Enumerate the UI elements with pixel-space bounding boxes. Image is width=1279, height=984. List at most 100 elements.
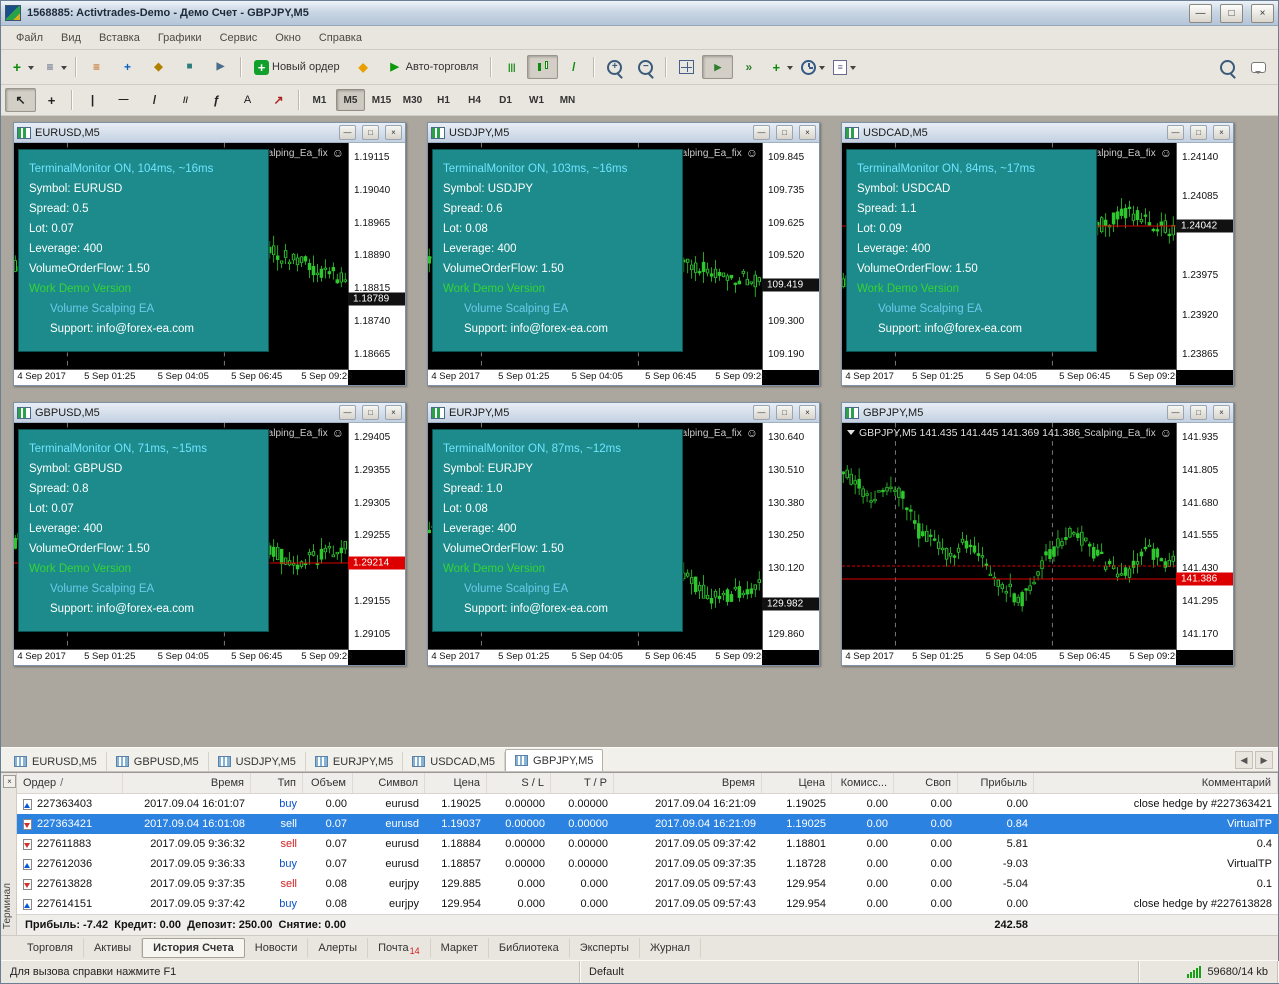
minimize-button[interactable] — [753, 405, 770, 420]
timeframe-h4-button[interactable]: H4 — [460, 89, 489, 111]
chat-button[interactable] — [1243, 55, 1274, 79]
arrows-tool-button[interactable] — [263, 88, 294, 112]
chart-area[interactable]: _Scalping_Ea_fixTerminalMonitor ON, 104m… — [14, 143, 405, 385]
column-header[interactable]: T / P — [551, 773, 614, 793]
chart-tab-usdjpy[interactable]: USDJPY,M5 — [209, 752, 306, 771]
tab-exposure[interactable]: Активы — [84, 938, 143, 958]
cursor-tool-button[interactable] — [5, 88, 36, 112]
column-header[interactable]: Тип — [251, 773, 303, 793]
trendline-button[interactable] — [139, 88, 170, 112]
timeframe-w1-button[interactable]: W1 — [522, 89, 551, 111]
data-window-button[interactable] — [112, 55, 143, 79]
tile-windows-button[interactable] — [671, 55, 702, 79]
bar-chart-button[interactable] — [496, 55, 527, 79]
templates-button[interactable] — [829, 55, 860, 79]
menu-help[interactable]: Справка — [310, 29, 371, 47]
close-button[interactable] — [1213, 405, 1230, 420]
minimize-button[interactable] — [1167, 125, 1184, 140]
column-header[interactable]: Прибыль — [958, 773, 1034, 793]
tab-experts[interactable]: Эксперты — [570, 938, 640, 958]
time-scale[interactable]: 4 Sep 2017 5 Sep 01:25 5 Sep 04:05 5 Sep 06… — [842, 369, 1180, 385]
chart-tab-usdcad[interactable]: USDCAD,M5 — [403, 752, 506, 771]
tab-trade[interactable]: Торговля — [17, 938, 84, 958]
tab-account-history[interactable]: История Счета — [142, 938, 245, 958]
price-scale[interactable]: 1.19115 1.19040 1.18965 1.18890 1.18815 1.187… — [348, 143, 405, 370]
menu-file[interactable]: Файл — [7, 29, 52, 47]
column-header[interactable]: Цена — [425, 773, 487, 793]
chart-area[interactable]: _Scalping_Ea_fixTerminalMonitor ON, 71ms… — [14, 423, 405, 665]
menu-insert[interactable]: Вставка — [90, 29, 149, 47]
tab-journal[interactable]: Журнал — [640, 938, 702, 958]
timeframe-m5-button[interactable]: M5 — [336, 89, 365, 111]
minimize-button[interactable] — [339, 125, 356, 140]
new-chart-button[interactable] — [5, 55, 38, 79]
column-header[interactable]: Комисс... — [832, 773, 894, 793]
search-button[interactable] — [1212, 55, 1243, 79]
chart-tab-eurjpy[interactable]: EURJPY,M5 — [306, 752, 404, 771]
time-scale[interactable]: 4 Sep 2017 5 Sep 01:25 5 Sep 04:05 5 Sep 06… — [14, 369, 352, 385]
restore-button[interactable] — [776, 125, 793, 140]
menu-tools[interactable]: Сервис — [211, 29, 267, 47]
status-profile-segment[interactable]: Default — [580, 961, 1139, 983]
periods-button[interactable] — [797, 55, 829, 79]
new-order-button[interactable]: Новый ордер — [246, 55, 348, 79]
minimize-button[interactable] — [339, 405, 356, 420]
column-header[interactable]: Своп — [894, 773, 958, 793]
text-tool-button[interactable] — [232, 88, 263, 112]
timeframe-mn-button[interactable]: MN — [553, 89, 582, 111]
zoom-in-button[interactable] — [599, 55, 630, 79]
timeframe-m1-button[interactable]: M1 — [305, 89, 334, 111]
price-scale[interactable]: 1.29405 1.29355 1.29305 1.29255 1.29155 1.291… — [348, 423, 405, 650]
restore-button[interactable] — [362, 125, 379, 140]
vertical-line-button[interactable] — [77, 88, 108, 112]
tab-scroll-right-button[interactable]: ▶ — [1255, 751, 1273, 769]
column-header[interactable]: S / L — [487, 773, 551, 793]
price-scale[interactable]: 1.24140 1.24085 1.23975 1.23920 1.23865 — [1176, 143, 1233, 370]
close-button[interactable] — [799, 405, 816, 420]
chart-titlebar[interactable]: EURUSD,M5 — [14, 123, 405, 143]
menu-view[interactable]: Вид — [52, 29, 90, 47]
minimize-button[interactable] — [1189, 3, 1212, 23]
restore-button[interactable] — [1190, 125, 1207, 140]
horizontal-line-button[interactable] — [108, 88, 139, 112]
price-scale[interactable]: 141.935 141.805 141.680 141.555 141.430 141.2… — [1176, 423, 1233, 650]
crosshair-tool-button[interactable] — [36, 88, 67, 112]
auto-scroll-button[interactable] — [702, 55, 734, 79]
restore-button[interactable] — [1190, 405, 1207, 420]
close-icon[interactable] — [3, 775, 16, 788]
metaeditor-button[interactable] — [348, 55, 379, 79]
candlestick-chart-button[interactable] — [527, 55, 559, 79]
column-header[interactable]: Время — [614, 773, 762, 793]
time-scale[interactable]: 4 Sep 2017 5 Sep 01:25 5 Sep 04:05 5 Sep 06… — [842, 649, 1180, 665]
tab-market[interactable]: Маркет — [431, 938, 489, 958]
chart-tab-gbpjpy[interactable]: GBPJPY,M5 — [505, 749, 604, 771]
timeframe-m30-button[interactable]: M30 — [398, 89, 427, 111]
strategy-tester-button[interactable] — [205, 55, 236, 79]
column-header[interactable]: Ордер — [17, 773, 123, 793]
restore-button[interactable] — [776, 405, 793, 420]
fibonacci-button[interactable] — [201, 88, 232, 112]
price-scale[interactable]: 130.640 130.510 130.380 130.250 130.120 129.8… — [762, 423, 819, 650]
column-header[interactable]: Символ — [353, 773, 425, 793]
column-header[interactable]: Цена — [762, 773, 832, 793]
timeframe-d1-button[interactable]: D1 — [491, 89, 520, 111]
price-scale[interactable]: 109.845 109.735 109.625 109.520 109.300 109.1… — [762, 143, 819, 370]
history-row[interactable]: 227613828 2017.09.05 9:37:35 sell 0.08 eurjp… — [17, 874, 1278, 894]
time-scale[interactable]: 4 Sep 2017 5 Sep 01:25 5 Sep 04:05 5 Sep 06… — [14, 649, 352, 665]
time-scale[interactable]: 4 Sep 2017 5 Sep 01:25 5 Sep 04:05 5 Sep 06… — [428, 369, 766, 385]
chart-titlebar[interactable]: EURJPY,M5 — [428, 403, 819, 423]
column-header[interactable]: Комментарий — [1034, 773, 1278, 793]
market-watch-button[interactable] — [81, 55, 112, 79]
line-chart-button[interactable] — [558, 55, 589, 79]
tab-alerts[interactable]: Алерты — [308, 938, 369, 958]
close-button[interactable] — [799, 125, 816, 140]
channel-button[interactable] — [170, 88, 201, 112]
tab-news[interactable]: Новости — [245, 938, 309, 958]
chart-tab-gbpusd[interactable]: GBPUSD,M5 — [107, 752, 209, 771]
menu-charts[interactable]: Графики — [149, 29, 211, 47]
navigator-button[interactable] — [143, 55, 174, 79]
menu-window[interactable]: Окно — [266, 29, 310, 47]
history-row[interactable]: 227614151 2017.09.05 9:37:42 buy 0.08 eurjpy… — [17, 894, 1278, 914]
chart-area[interactable]: _Scalping_Ea_fixGBPJPY,M5 141.435 141.44… — [842, 423, 1233, 665]
close-button[interactable] — [1213, 125, 1230, 140]
